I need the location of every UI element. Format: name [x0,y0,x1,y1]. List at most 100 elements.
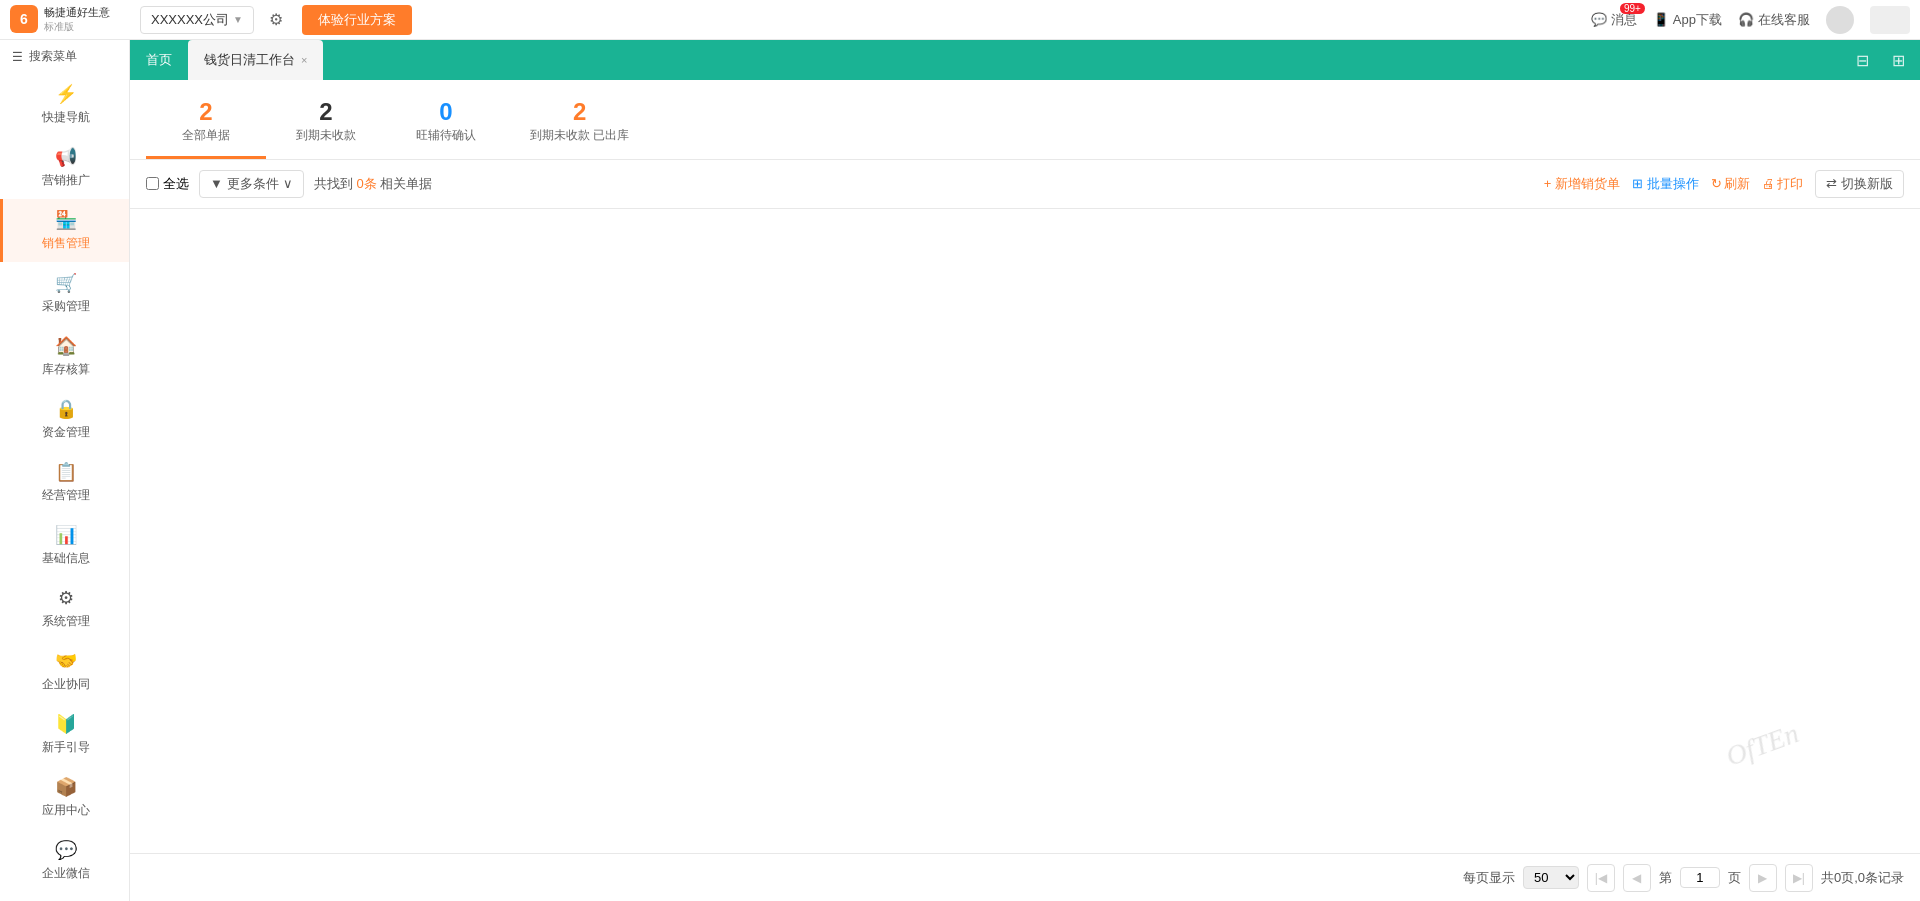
marketing-label: 营销推广 [42,172,90,189]
tab-home[interactable]: 首页 [130,40,188,80]
sidebar-item-basic[interactable]: 📊 基础信息 [0,514,129,577]
sidebar-item-operations[interactable]: 📋 经营管理 [0,451,129,514]
next-page-button[interactable]: ▶ [1749,864,1777,892]
system-icon: ⚙ [58,587,74,609]
tab-bar: 首页 钱货日清工作台 × ⊟ ⊞ [130,40,1920,80]
toolbar-left: 全选 ▼ 更多条件 ∨ 共找到 0条 相关单据 [146,170,432,198]
sales-label: 销售管理 [42,235,90,252]
found-prefix: 共找到 [314,176,353,191]
page-input[interactable] [1680,867,1720,888]
refresh-icon: ↻ [1711,176,1722,191]
sidebar-item-enterprise[interactable]: 🤝 企业协同 [0,640,129,703]
select-all-label: 全选 [163,175,189,193]
total-label: 共0页,0条记录 [1821,869,1904,887]
stat-overdue-num: 2 [319,98,332,127]
print-button[interactable]: 🖨 打印 [1762,175,1803,193]
sidebar-item-shortcut[interactable]: ⚡ 快捷导航 [0,73,129,136]
avatar[interactable] [1826,6,1854,34]
search-label: 搜索菜单 [29,48,77,65]
sidebar-item-wechat[interactable]: 💬 企业微信 [0,829,129,892]
app-download-button[interactable]: 📱 App下载 [1653,11,1722,29]
sidebar-item-apps[interactable]: 📦 应用中心 [0,766,129,829]
stat-tab-overdue[interactable]: 2 到期未收款 [266,90,386,159]
stat-tab-overdue-shipped[interactable]: 2 到期未收款 已出库 [506,90,653,159]
logo-text-area: 畅捷通好生意 标准版 [44,5,110,33]
found-text: 共找到 0条 相关单据 [314,175,432,193]
search-icon: ☰ [12,50,23,64]
guide-icon: 🔰 [55,713,77,735]
per-page-select[interactable]: 50 100 200 [1523,866,1579,889]
found-count: 0条 [357,176,377,191]
settings-button[interactable]: ⚙ [260,4,292,36]
sidebar-item-member[interactable]: 🔻 畅会员 [0,892,129,901]
sidebar-item-sales[interactable]: 🏪 销售管理 [0,199,129,262]
wechat-label: 企业微信 [42,865,90,882]
prev-page-button[interactable]: ◀ [1623,864,1651,892]
per-page-label: 每页显示 [1463,869,1515,887]
company-selector[interactable]: XXXXXX公司 ▼ [140,6,254,34]
apps-icon: 📦 [55,776,77,798]
tab-expand-button[interactable]: ⊞ [1884,46,1912,74]
stat-all-label: 全部单据 [182,127,230,144]
toolbar: 全选 ▼ 更多条件 ∨ 共找到 0条 相关单据 + 新增销货单 [130,160,1920,209]
filter-chevron: ∨ [283,176,293,191]
sidebar-item-inventory[interactable]: 🏠 库存核算 [0,325,129,388]
page-label: 第 [1659,869,1672,887]
shortcut-icon: ⚡ [55,83,77,105]
system-label: 系统管理 [42,613,90,630]
company-dropdown-arrow: ▼ [233,14,243,25]
stat-tab-wangwang[interactable]: 0 旺辅待确认 [386,90,506,159]
sidebar-item-search[interactable]: ☰ 搜索菜单 [0,40,129,73]
finance-label: 资金管理 [42,424,90,441]
stat-tab-all[interactable]: 2 全部单据 [146,90,266,159]
tab-close-icon[interactable]: × [301,54,307,66]
online-service-label: 在线客服 [1758,11,1810,29]
enterprise-icon: 🤝 [55,650,77,672]
sidebar-item-finance[interactable]: 🔒 资金管理 [0,388,129,451]
purchase-icon: 🛒 [55,272,77,294]
page-suffix: 页 [1728,869,1741,887]
switch-new-version-button[interactable]: ⇄ 切换新版 [1815,170,1904,198]
message-button[interactable]: 💬 消息 99+ [1591,11,1637,29]
stat-overdue-shipped-label: 到期未收款 已出库 [530,127,629,144]
sidebar-item-purchase[interactable]: 🛒 采购管理 [0,262,129,325]
stats-tabs: 2 全部单据 2 到期未收款 0 旺辅待确认 2 到期未收款 已出库 [130,80,1920,160]
sidebar-item-marketing[interactable]: 📢 营销推广 [0,136,129,199]
service-icon: 🎧 [1738,12,1754,27]
logo-icon: 6 [10,5,38,33]
stat-wangwang-label: 旺辅待确认 [416,127,476,144]
sidebar: ☰ 搜索菜单 ⚡ 快捷导航 📢 营销推广 🏪 销售管理 🛒 采购管理 🏠 库存核… [0,40,130,901]
online-service-button[interactable]: 🎧 在线客服 [1738,11,1810,29]
tab-work-bench[interactable]: 钱货日清工作台 × [188,40,323,80]
wechat-icon: 💬 [55,839,77,861]
tab-minimize-button[interactable]: ⊟ [1848,46,1876,74]
inventory-label: 库存核算 [42,361,90,378]
operations-icon: 📋 [55,461,77,483]
refresh-button[interactable]: ↻ 刷新 [1711,175,1750,193]
download-icon: 📱 [1653,12,1669,27]
last-page-button[interactable]: ▶| [1785,864,1813,892]
basic-icon: 📊 [55,524,77,546]
app-download-label: App下载 [1673,11,1722,29]
sidebar-item-system[interactable]: ⚙ 系统管理 [0,577,129,640]
logo-area: 6 畅捷通好生意 标准版 [10,5,140,33]
try-industry-button[interactable]: 体验行业方案 [302,5,412,35]
add-order-button[interactable]: + 新增销货单 [1544,175,1620,193]
first-page-button[interactable]: |◀ [1587,864,1615,892]
pagination-bar: 每页显示 50 100 200 |◀ ◀ 第 页 ▶ ▶| 共0页,0条记录 [130,853,1920,901]
select-all-input[interactable] [146,177,159,190]
main-layout: ☰ 搜索菜单 ⚡ 快捷导航 📢 营销推广 🏪 销售管理 🛒 采购管理 🏠 库存核… [0,40,1920,901]
app-name: 畅捷通好生意 [44,5,110,19]
filter-icon: ▼ [210,176,223,191]
stat-wangwang-num: 0 [439,98,452,127]
sidebar-item-guide[interactable]: 🔰 新手引导 [0,703,129,766]
user-menu[interactable] [1870,6,1910,34]
filter-button[interactable]: ▼ 更多条件 ∨ [199,170,304,198]
refresh-label: 刷新 [1724,175,1750,193]
operations-label: 经营管理 [42,487,90,504]
inventory-icon: 🏠 [55,335,77,357]
batch-operations-button[interactable]: ⊞ 批量操作 [1632,175,1699,193]
filter-label: 更多条件 [227,175,279,193]
sub-content: 2 全部单据 2 到期未收款 0 旺辅待确认 2 到期未收款 已出库 [130,80,1920,901]
select-all-checkbox[interactable]: 全选 [146,175,189,193]
